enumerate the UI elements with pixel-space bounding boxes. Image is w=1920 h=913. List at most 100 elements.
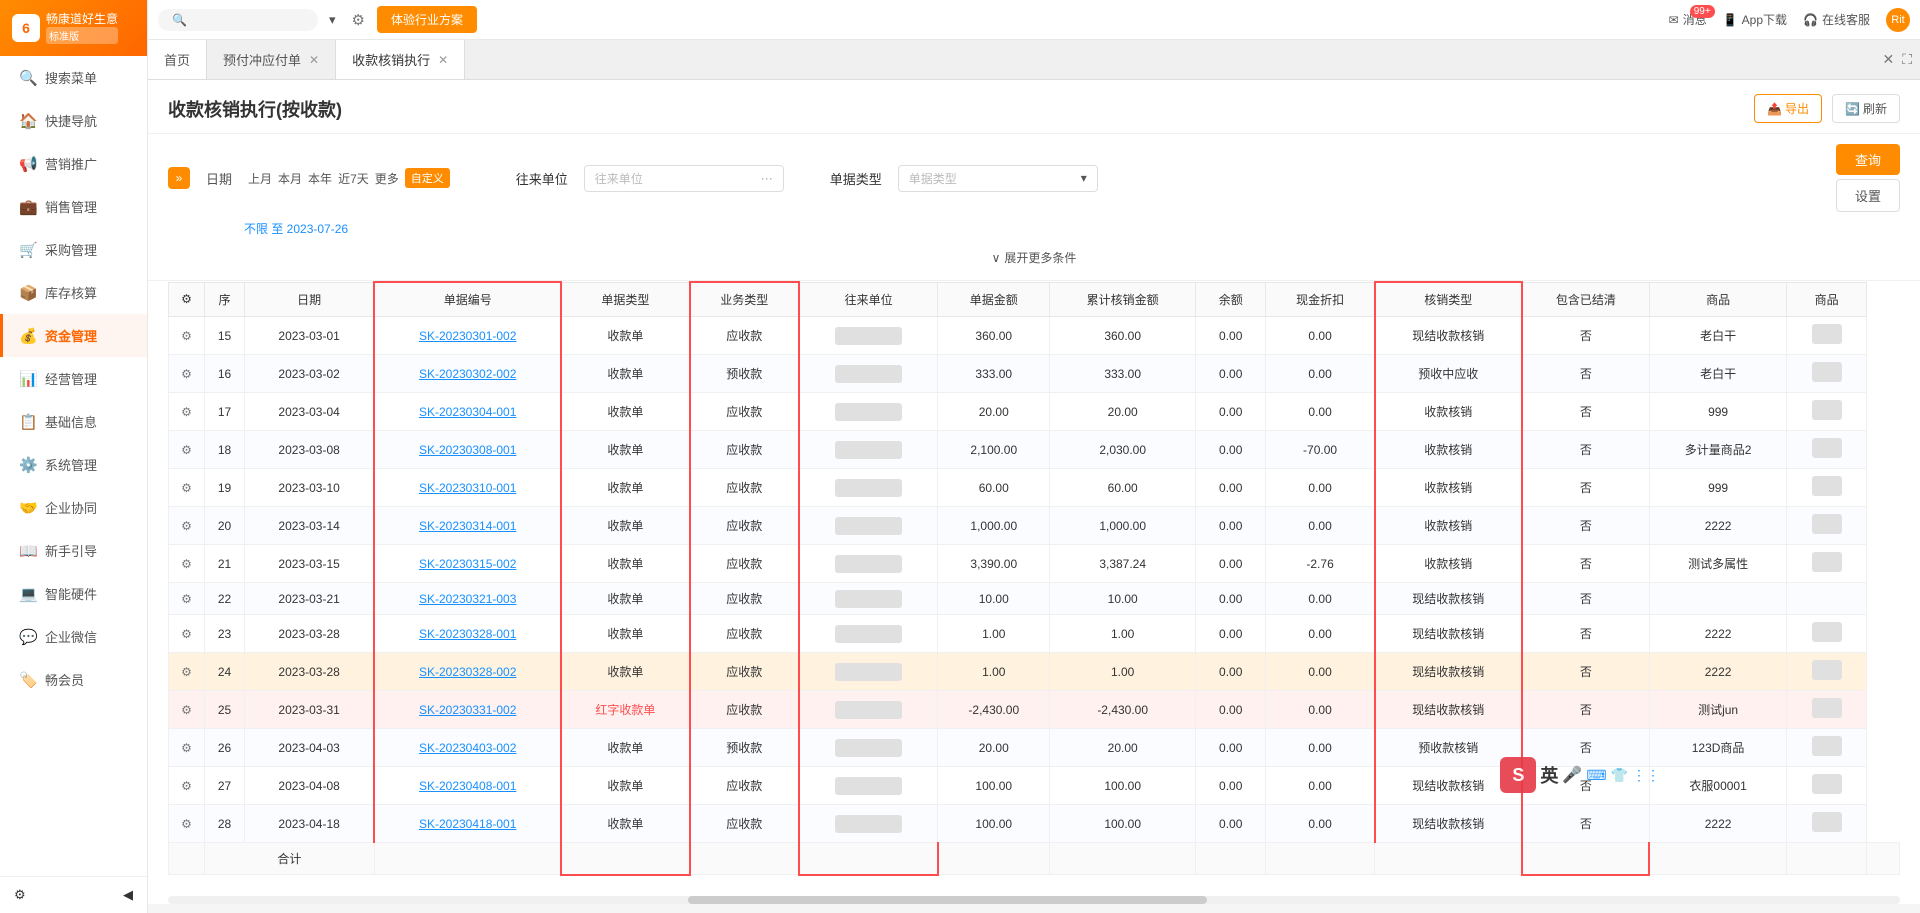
table-row[interactable]: ⚙212023-03-15SK-20230315-002收款单应收款██████…	[169, 545, 1900, 583]
tab-home[interactable]: 首页	[148, 40, 207, 79]
close-tab-icon[interactable]: ✕	[1882, 51, 1894, 68]
topbar-dropdown[interactable]: ▾	[318, 12, 344, 28]
doc-no-link[interactable]: SK-20230308-001	[419, 443, 516, 457]
doc-no-link[interactable]: SK-20230331-002	[419, 703, 516, 717]
row-settings-icon[interactable]: ⚙	[181, 329, 192, 343]
refresh-btn[interactable]: 🔄 刷新	[1832, 94, 1900, 123]
user-avatar[interactable]: Rit	[1886, 8, 1910, 32]
table-row[interactable]: ⚙242023-03-28SK-20230328-002收款单应收款██████…	[169, 653, 1900, 691]
table-row[interactable]: ⚙162023-03-02SK-20230302-002收款单预收款██████…	[169, 355, 1900, 393]
sidebar-item-guide[interactable]: 📖新手引导	[0, 529, 147, 572]
sidebar-item-sales[interactable]: 💼销售管理	[0, 185, 147, 228]
table-row[interactable]: ⚙152023-03-01SK-20230301-002收款单应收款██████…	[169, 317, 1900, 355]
tab-close-collection[interactable]: ✕	[438, 53, 448, 67]
row-settings-icon[interactable]: ⚙	[181, 665, 192, 679]
row-settings-icon[interactable]: ⚙	[181, 703, 192, 717]
table-row[interactable]: ⚙192023-03-10SK-20230310-001收款单应收款██████…	[169, 469, 1900, 507]
table-row[interactable]: ⚙262023-04-03SK-20230403-002收款单预收款██████…	[169, 729, 1900, 767]
maximize-icon[interactable]: ⛶	[1902, 51, 1912, 68]
tab-collection[interactable]: 收款核销执行✕	[336, 40, 465, 79]
doc-no-link[interactable]: SK-20230304-001	[419, 405, 516, 419]
date-option-7days[interactable]: 近7天	[338, 170, 369, 187]
sidebar-collapse-icon[interactable]: ◀	[123, 887, 133, 903]
sidebar-item-hardware[interactable]: 💻智能硬件	[0, 572, 147, 615]
date-option-last-month[interactable]: 上月	[248, 170, 272, 187]
doc-no-link[interactable]: SK-20230328-002	[419, 665, 516, 679]
doc-no-link[interactable]: SK-20230321-003	[419, 592, 516, 606]
table-row[interactable]: ⚙182023-03-08SK-20230308-001收款单应收款██████…	[169, 431, 1900, 469]
table-row[interactable]: ⚙282023-04-18SK-20230418-001收款单应收款██████…	[169, 805, 1900, 843]
row-settings-icon[interactable]: ⚙	[181, 557, 192, 571]
doc-no-link[interactable]: SK-20230418-001	[419, 817, 516, 831]
sidebar-item-search[interactable]: 🔍搜索菜单	[0, 56, 147, 99]
table-row[interactable]: ⚙222023-03-21SK-20230321-003收款单应收款██████…	[169, 583, 1900, 615]
row-settings-icon[interactable]: ⚙	[181, 817, 192, 831]
date-option-this-year[interactable]: 本年	[308, 170, 332, 187]
counterparty-input[interactable]: 往来单位 ···	[584, 165, 784, 192]
sidebar-item-finance[interactable]: 💰资金管理	[0, 314, 147, 357]
cell-doc_no-row2[interactable]: SK-20230304-001	[374, 393, 561, 431]
sidebar-item-operations[interactable]: 📊经营管理	[0, 357, 147, 400]
sidebar-item-inventory[interactable]: 📦库存核算	[0, 271, 147, 314]
cell-doc_no-row0[interactable]: SK-20230301-002	[374, 317, 561, 355]
sidebar-item-quick-nav[interactable]: 🏠快捷导航	[0, 99, 147, 142]
horizontal-scrollbar[interactable]	[168, 896, 1900, 904]
sidebar-item-system[interactable]: ⚙️系统管理	[0, 443, 147, 486]
row-settings-icon[interactable]: ⚙	[181, 627, 192, 641]
doc-no-link[interactable]: SK-20230403-002	[419, 741, 516, 755]
message-btn[interactable]: ✉ 消息 99+	[1669, 11, 1707, 28]
row-settings-icon[interactable]: ⚙	[181, 367, 192, 381]
query-btn[interactable]: 查询	[1836, 144, 1900, 175]
row-settings-icon[interactable]: ⚙	[181, 443, 192, 457]
date-custom-btn[interactable]: 自定义	[405, 168, 450, 188]
doc-no-link[interactable]: SK-20230328-001	[419, 627, 516, 641]
row-settings-icon[interactable]: ⚙	[181, 519, 192, 533]
table-row[interactable]: ⚙202023-03-14SK-20230314-001收款单应收款██████…	[169, 507, 1900, 545]
cell-doc_no-row1[interactable]: SK-20230302-002	[374, 355, 561, 393]
sidebar-item-marketing[interactable]: 📢营销推广	[0, 142, 147, 185]
export-btn[interactable]: 📤 导出	[1754, 94, 1822, 123]
doc-type-select[interactable]: 单据类型 ▾	[898, 165, 1098, 192]
row-settings-icon[interactable]: ⚙	[181, 779, 192, 793]
cell-doc_no-row3[interactable]: SK-20230308-001	[374, 431, 561, 469]
row-settings-icon[interactable]: ⚙	[181, 592, 192, 606]
sidebar-item-wechat[interactable]: 💬企业微信	[0, 615, 147, 658]
filter-collapse-btn[interactable]: »	[168, 167, 190, 189]
scrollbar-thumb[interactable]	[688, 896, 1208, 904]
date-option-more[interactable]: 更多	[375, 170, 399, 187]
table-row[interactable]: ⚙272023-04-08SK-20230408-001收款单应收款██████…	[169, 767, 1900, 805]
online-service-btn[interactable]: 🎧 在线客服	[1803, 11, 1870, 28]
industry-btn[interactable]: 体验行业方案	[377, 6, 477, 33]
date-option-this-month[interactable]: 本月	[278, 170, 302, 187]
cell-doc_no-row10[interactable]: SK-20230331-002	[374, 691, 561, 729]
cell-doc_no-row12[interactable]: SK-20230408-001	[374, 767, 561, 805]
doc-no-link[interactable]: SK-20230301-002	[419, 329, 516, 343]
cell-doc_no-row6[interactable]: SK-20230315-002	[374, 545, 561, 583]
row-settings-icon[interactable]: ⚙	[181, 405, 192, 419]
tab-close-payable[interactable]: ✕	[309, 53, 319, 67]
sidebar-item-basic[interactable]: 📋基础信息	[0, 400, 147, 443]
cell-doc_no-row8[interactable]: SK-20230328-001	[374, 615, 561, 653]
doc-no-link[interactable]: SK-20230310-001	[419, 481, 516, 495]
app-download-btn[interactable]: 📱 App下载	[1723, 11, 1787, 28]
cell-doc_no-row5[interactable]: SK-20230314-001	[374, 507, 561, 545]
cell-doc_no-row9[interactable]: SK-20230328-002	[374, 653, 561, 691]
row-settings-icon[interactable]: ⚙	[181, 481, 192, 495]
cell-doc_no-row4[interactable]: SK-20230310-001	[374, 469, 561, 507]
sidebar-item-member[interactable]: 🏷️畅会员	[0, 658, 147, 701]
table-row[interactable]: ⚙232023-03-28SK-20230328-001收款单应收款██████…	[169, 615, 1900, 653]
doc-no-link[interactable]: SK-20230302-002	[419, 367, 516, 381]
tab-payable[interactable]: 预付冲应付单✕	[207, 40, 336, 79]
topbar-search[interactable]: 🔍	[158, 9, 318, 31]
sidebar-item-purchase[interactable]: 🛒采购管理	[0, 228, 147, 271]
row-settings-icon[interactable]: ⚙	[181, 741, 192, 755]
table-row[interactable]: ⚙252023-03-31SK-20230331-002红字收款单应收款████…	[169, 691, 1900, 729]
doc-no-link[interactable]: SK-20230408-001	[419, 779, 516, 793]
table-row[interactable]: ⚙172023-03-04SK-20230304-001收款单应收款██████…	[169, 393, 1900, 431]
cell-doc_no-row13[interactable]: SK-20230418-001	[374, 805, 561, 843]
topbar-gear-icon[interactable]: ⚙	[344, 11, 373, 29]
doc-no-link[interactable]: SK-20230315-002	[419, 557, 516, 571]
doc-no-link[interactable]: SK-20230314-001	[419, 519, 516, 533]
settings-btn[interactable]: 设置	[1836, 179, 1900, 212]
expand-conditions-btn[interactable]: ∨ 展开更多条件	[168, 245, 1900, 270]
